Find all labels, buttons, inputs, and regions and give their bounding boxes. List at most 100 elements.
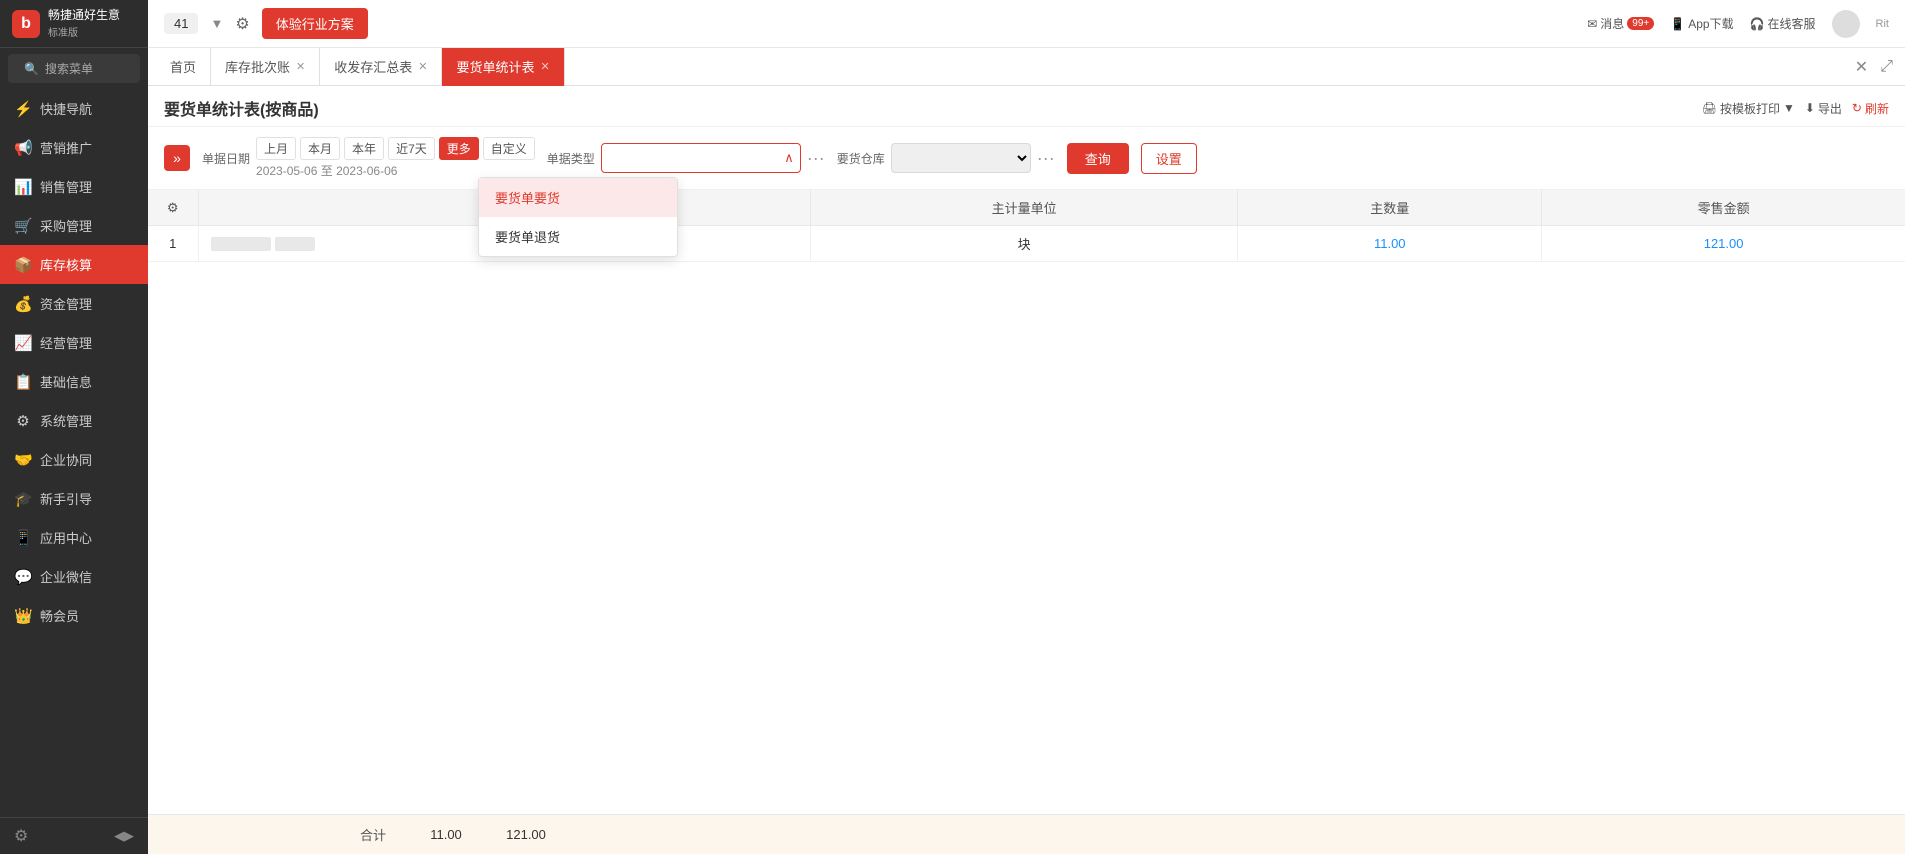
user-name: Rit: [1876, 18, 1889, 30]
date-shortcuts: 上月 本月 本年 近7天 更多 自定义 2023-05-06 至 2023-06…: [256, 137, 535, 179]
sidebar-item-appcenter[interactable]: 📱 应用中心: [0, 518, 148, 557]
online-service-label: 在线客服: [1768, 15, 1816, 32]
print-btn[interactable]: 🖨 按模板打印 ▼: [1702, 100, 1795, 117]
tab-close-all-icon[interactable]: ✕: [1851, 55, 1872, 79]
operations-icon: 📈: [14, 334, 32, 352]
table-header-row: ⚙ 商品 主计量单位 主数量 零售金额: [148, 190, 1905, 226]
print-icon: 🖨: [1702, 101, 1717, 115]
page-container: 要货单统计表(按商品) 🖨 按模板打印 ▼ ⬇ 导出 ↻ 刷新: [148, 86, 1905, 854]
logo-title: 畅捷通好生意: [48, 8, 120, 24]
date-btn-thismonth[interactable]: 本月: [300, 137, 340, 160]
sidebar-item-inventory[interactable]: 📦 库存核算: [0, 245, 148, 284]
topbar-chevron-icon[interactable]: ▼: [210, 16, 223, 31]
date-btn-lastmonth[interactable]: 上月: [256, 137, 296, 160]
tab-requisition-stats[interactable]: 要货单统计表 ✕: [442, 48, 564, 86]
sidebar-collapse-icon[interactable]: ◀▶: [114, 828, 134, 844]
tab-home[interactable]: 首页: [156, 48, 211, 86]
tab-close-icon[interactable]: ✕: [296, 60, 305, 73]
sidebar-item-wechat[interactable]: 💬 企业微信: [0, 557, 148, 596]
appcenter-icon: 📱: [14, 529, 32, 547]
messages-btn[interactable]: ✉ 消息 99+: [1587, 15, 1654, 32]
sidebar-item-finance[interactable]: 💰 资金管理: [0, 284, 148, 323]
purchase-icon: 🛒: [14, 217, 32, 235]
dropdown-item-requisition[interactable]: 要货单要货: [479, 178, 677, 217]
filter-expand-btn[interactable]: »: [164, 145, 190, 171]
page-content: 要货单统计表(按商品) 🖨 按模板打印 ▼ ⬇ 导出 ↻ 刷新: [148, 86, 1905, 854]
type-dropdown: 要货单要货 要货单退货: [478, 177, 678, 257]
query-btn[interactable]: 查询: [1067, 143, 1129, 174]
row-no: 1: [148, 226, 198, 262]
tab-close-icon[interactable]: ✕: [418, 60, 427, 73]
headset-icon: 🎧: [1750, 17, 1765, 31]
sidebar-item-enterprise[interactable]: 🤝 企业协同: [0, 440, 148, 479]
sidebar-item-label: 库存核算: [40, 255, 92, 274]
search-menu-btn[interactable]: 🔍 搜索菜单: [8, 54, 140, 83]
refresh-btn[interactable]: ↻ 刷新: [1852, 100, 1889, 117]
topbar-gear-button[interactable]: ⚙: [235, 14, 249, 34]
online-service-btn[interactable]: 🎧 在线客服: [1750, 15, 1816, 32]
expand-icon: »: [173, 150, 181, 166]
sidebar-settings-icon[interactable]: ⚙: [14, 826, 28, 846]
tab-close-icon[interactable]: ✕: [541, 60, 550, 73]
warehouse-filter-label: 要货仓库: [837, 150, 885, 167]
sidebar-item-operations[interactable]: 📈 经营管理: [0, 323, 148, 362]
finance-icon: 💰: [14, 295, 32, 313]
industry-btn[interactable]: 体验行业方案: [262, 8, 368, 39]
search-menu-label: 搜索菜单: [45, 60, 93, 77]
sidebar-item-system[interactable]: ⚙ 系统管理: [0, 401, 148, 440]
col-unit: 主计量单位: [810, 190, 1237, 226]
sidebar-item-label: 畅会员: [40, 606, 79, 625]
dropdown-item-return[interactable]: 要货单退货: [479, 217, 677, 256]
setting-btn[interactable]: 设置: [1141, 143, 1197, 174]
main-area: 41 ▼ ⚙ 体验行业方案 ✉ 消息 99+ 📱 App下载 🎧 在线客服 Ri…: [148, 0, 1905, 854]
export-btn[interactable]: ⬇ 导出: [1805, 100, 1842, 117]
tabbar-actions: ✕ ⤢: [1851, 55, 1897, 79]
type-input[interactable]: [608, 151, 784, 166]
footer-quantity: 11.00: [406, 827, 486, 842]
row-quantity: 11.00: [1238, 226, 1542, 262]
page-header: 要货单统计表(按商品) 🖨 按模板打印 ▼ ⬇ 导出 ↻ 刷新: [148, 86, 1905, 127]
row-amount: 121.00: [1542, 226, 1905, 262]
sidebar-item-label: 基础信息: [40, 372, 92, 391]
date-btn-more[interactable]: 更多: [439, 137, 479, 160]
warehouse-dots-btn[interactable]: ···: [1037, 148, 1055, 169]
type-dots-btn[interactable]: ···: [807, 148, 825, 169]
logo-sub: 标准版: [48, 24, 120, 39]
user-avatar[interactable]: [1832, 10, 1860, 38]
warehouse-select[interactable]: [891, 143, 1031, 173]
sidebar-item-sales[interactable]: 📊 销售管理: [0, 167, 148, 206]
topbar-left: 41 ▼ ⚙ 体验行业方案: [164, 8, 368, 39]
tab-expand-icon[interactable]: ⤢: [1876, 56, 1897, 78]
logo-icon: b: [12, 10, 40, 38]
type-dropdown-close-icon[interactable]: ∧: [784, 150, 794, 166]
sidebar-item-label: 采购管理: [40, 216, 92, 235]
filter-bar: » 单据日期 上月 本月 本年 近7天 更多 自定义 2023-05-06: [148, 127, 1905, 190]
sidebar-item-label: 营销推广: [40, 138, 92, 157]
date-btn-thisyear[interactable]: 本年: [344, 137, 384, 160]
table-setting-icon[interactable]: ⚙: [167, 200, 179, 215]
newbie-icon: 🎓: [14, 490, 32, 508]
vip-icon: 👑: [14, 607, 32, 625]
table-row: 1 块 11.00: [148, 226, 1905, 262]
sidebar-item-purchase[interactable]: 🛒 采购管理: [0, 206, 148, 245]
quantity-link[interactable]: 11.00: [1374, 236, 1406, 251]
date-btn-custom[interactable]: 自定义: [483, 137, 535, 160]
page-title: 要货单统计表(按商品): [164, 96, 319, 120]
wechat-icon: 💬: [14, 568, 32, 586]
app-download-btn[interactable]: 📱 App下载: [1670, 15, 1733, 32]
table-footer: 合计 11.00 121.00: [148, 814, 1905, 854]
amount-link[interactable]: 121.00: [1704, 236, 1744, 251]
tab-receive-summary[interactable]: 收发存汇总表 ✕: [320, 48, 442, 86]
type-input-wrap[interactable]: ∧: [601, 143, 801, 173]
sidebar-item-newbie[interactable]: 🎓 新手引导: [0, 479, 148, 518]
sidebar-item-marketing[interactable]: 📢 营销推广: [0, 128, 148, 167]
sidebar-item-vip[interactable]: 👑 畅会员: [0, 596, 148, 635]
enterprise-icon: 🤝: [14, 451, 32, 469]
sidebar-item-base-info[interactable]: 📋 基础信息: [0, 362, 148, 401]
date-btn-group: 上月 本月 本年 近7天 更多 自定义: [256, 137, 535, 160]
date-filter-label: 单据日期: [202, 150, 250, 167]
tab-inventory-batch[interactable]: 库存批次账 ✕: [211, 48, 320, 86]
sidebar-item-quicknav[interactable]: ⚡ 快捷导航: [0, 89, 148, 128]
sidebar-item-label: 应用中心: [40, 528, 92, 547]
date-btn-last7days[interactable]: 近7天: [388, 137, 435, 160]
